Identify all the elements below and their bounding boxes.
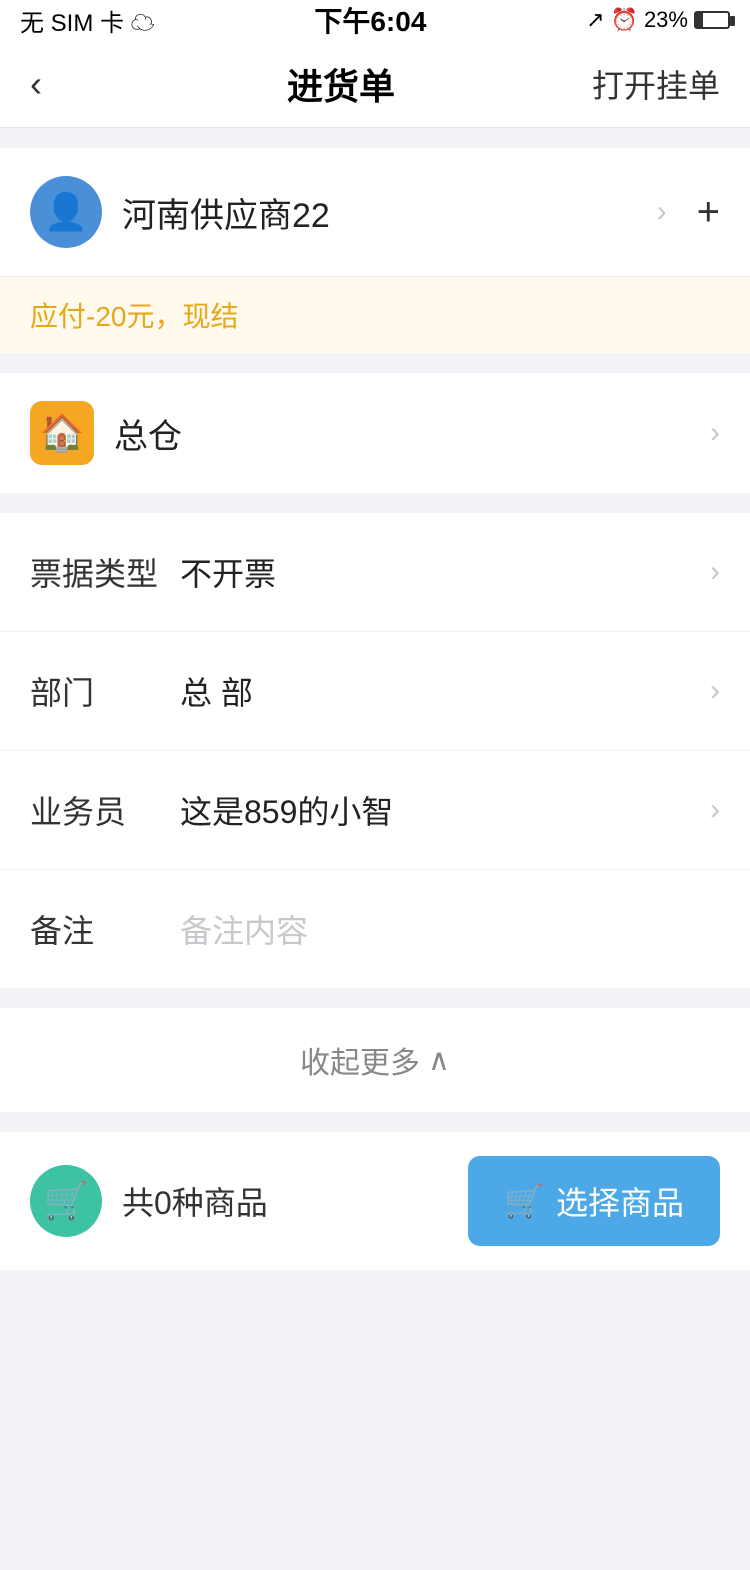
department-chevron-icon: › — [710, 674, 720, 708]
department-row[interactable]: 部门 总 部 › — [0, 632, 750, 751]
notice-text: 应付-20元，现结 — [30, 301, 238, 332]
battery-icon — [694, 11, 730, 29]
bottom-bar: 🛒 共0种商品 🛒 选择商品 — [0, 1132, 750, 1270]
status-time: 下午6:04 — [314, 0, 426, 40]
select-product-button[interactable]: 🛒 选择商品 — [468, 1156, 720, 1246]
invoice-type-label: 票据类型 — [30, 549, 170, 595]
invoice-type-row[interactable]: 票据类型 不开票 › — [0, 513, 750, 632]
back-button[interactable]: ‹ — [30, 63, 90, 105]
supplier-avatar: 👤 — [30, 176, 102, 248]
cart-icon: 🛒 — [44, 1180, 89, 1222]
notice-bar: 应付-20元，现结 — [0, 276, 750, 353]
salesperson-chevron-icon: › — [710, 793, 720, 827]
warehouse-icon: 🏠 — [30, 401, 94, 465]
nav-bar: ‹ 进货单 打开挂单 — [0, 40, 750, 128]
location-icon: ↗ — [586, 7, 604, 33]
home-icon: 🏠 — [40, 412, 85, 454]
status-bar: 无 SIM 卡 ☁ 下午6:04 ↗ ⏰ 23% — [0, 0, 750, 40]
battery-label: 23% — [644, 7, 688, 33]
remarks-row[interactable]: 备注 备注内容 — [0, 870, 750, 988]
collapse-row[interactable]: 收起更多 ∧ — [0, 1008, 750, 1112]
alarm-icon: ⏰ — [611, 7, 638, 33]
content-background — [0, 1270, 750, 1570]
warehouse-label: 总仓 — [114, 409, 710, 458]
status-right: ↗ ⏰ 23% — [586, 7, 730, 33]
add-supplier-button[interactable]: + — [697, 190, 720, 235]
department-value: 总 部 — [170, 668, 710, 714]
invoice-type-chevron-icon: › — [710, 555, 720, 589]
sim-label: 无 SIM 卡 ☁ — [20, 3, 155, 38]
warehouse-chevron-icon: › — [710, 416, 720, 450]
select-product-label: 选择商品 — [556, 1178, 684, 1224]
department-label: 部门 — [30, 668, 170, 714]
supplier-row[interactable]: 👤 河南供应商22 › + — [0, 148, 750, 276]
supplier-section: 👤 河南供应商22 › + 应付-20元，现结 — [0, 148, 750, 353]
page-title: 进货单 — [287, 58, 395, 110]
status-left: 无 SIM 卡 ☁ — [20, 3, 155, 38]
supplier-chevron-icon: › — [657, 195, 667, 229]
section-gap-1 — [0, 128, 750, 148]
supplier-name: 河南供应商22 — [122, 188, 657, 237]
product-count: 共0种商品 — [122, 1178, 468, 1224]
collapse-label: 收起更多 — [300, 1038, 420, 1082]
remarks-label: 备注 — [30, 906, 170, 952]
product-icon: 🛒 — [30, 1165, 102, 1237]
select-product-icon: 🛒 — [504, 1182, 544, 1220]
invoice-type-value: 不开票 — [170, 549, 710, 595]
salesperson-value: 这是859的小智 — [170, 787, 710, 833]
warehouse-row[interactable]: 🏠 总仓 › — [0, 373, 750, 493]
salesperson-label: 业务员 — [30, 787, 170, 833]
form-section: 票据类型 不开票 › 部门 总 部 › 业务员 这是859的小智 › 备注 备注… — [0, 513, 750, 988]
salesperson-row[interactable]: 业务员 这是859的小智 › — [0, 751, 750, 870]
collapse-icon: ∧ — [428, 1043, 450, 1078]
remarks-placeholder: 备注内容 — [170, 906, 720, 952]
open-pending-button[interactable]: 打开挂单 — [592, 61, 720, 107]
person-icon: 👤 — [44, 191, 89, 233]
